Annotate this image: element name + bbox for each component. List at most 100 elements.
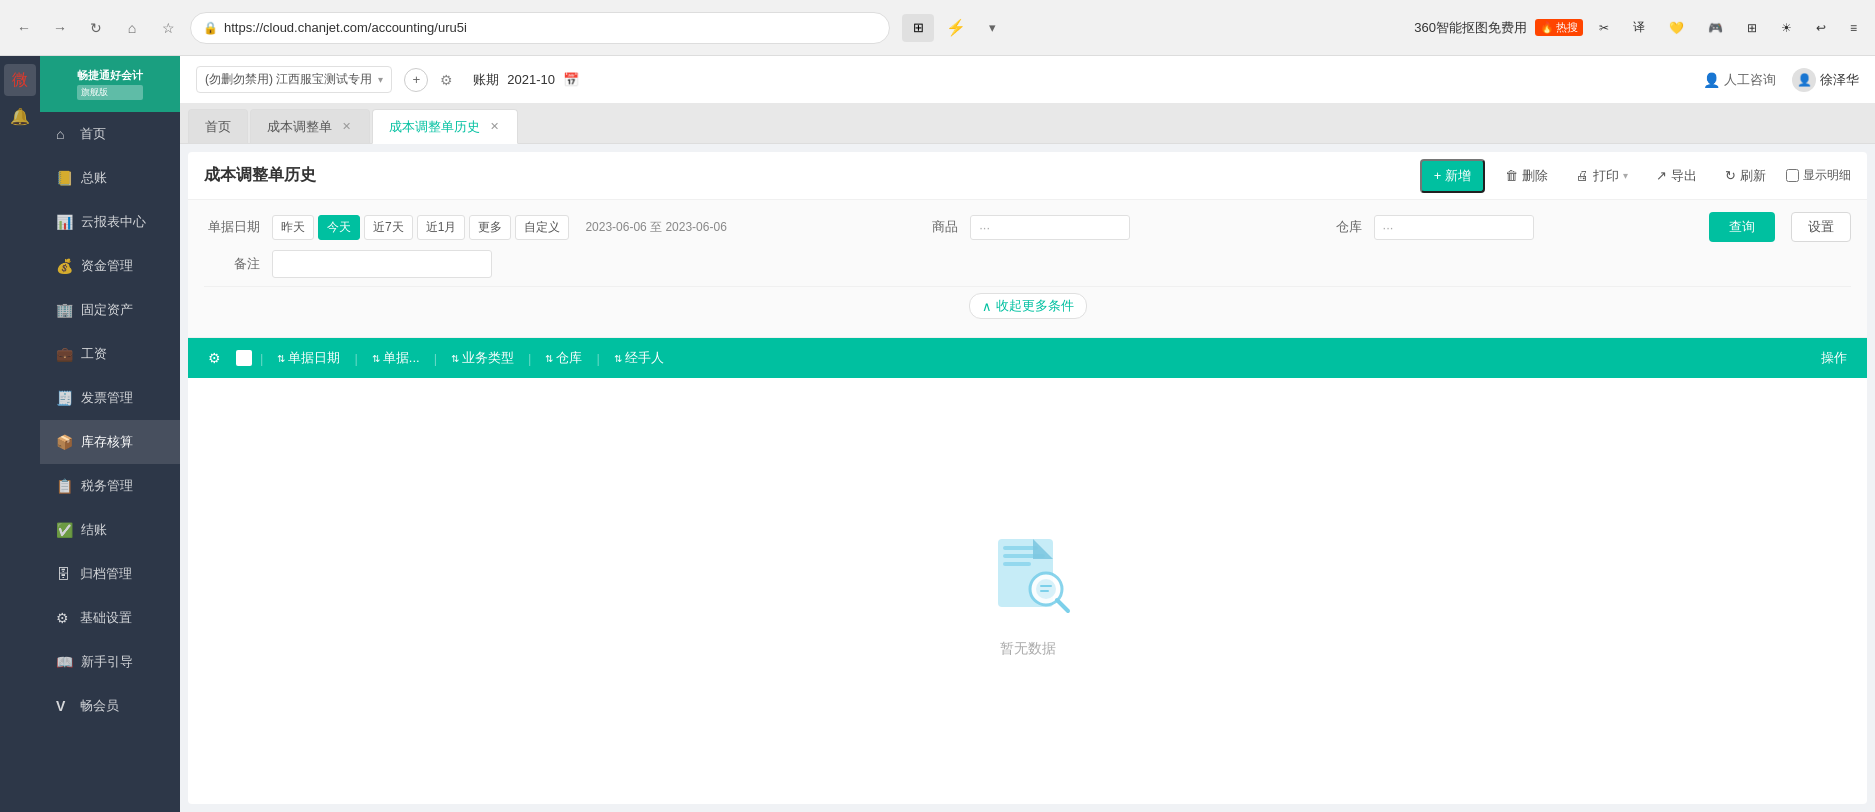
print-icon: 🖨 — [1576, 168, 1589, 183]
grid-btn[interactable]: ⊞ — [1739, 17, 1765, 39]
delete-button[interactable]: 🗑 删除 — [1497, 163, 1556, 189]
select-all-checkbox[interactable] — [236, 350, 252, 366]
sidebar-item-tax[interactable]: 📋 税务管理 — [40, 464, 180, 508]
add-button[interactable]: + 新增 — [1420, 159, 1485, 193]
product-selector[interactable]: ··· — [970, 215, 1130, 240]
remark-input[interactable] — [272, 250, 492, 278]
star-button[interactable]: ☆ — [154, 14, 182, 42]
sidebar-item-home[interactable]: ⌂ 首页 — [40, 112, 180, 156]
archive-icon: 🗄 — [56, 566, 72, 582]
delete-label: 删除 — [1522, 167, 1548, 185]
sidebar-label-fixed-assets: 固定资产 — [81, 301, 133, 319]
icon-strip-2[interactable]: 🔔 — [4, 100, 36, 132]
sidebar-item-settings[interactable]: ⚙ 基础设置 — [40, 596, 180, 640]
col-header-biz-type[interactable]: ⇅ 业务类型 — [445, 349, 520, 367]
tab-cost-adjust-close[interactable]: ✕ — [340, 118, 353, 135]
scissors-btn[interactable]: ✂ — [1591, 17, 1617, 39]
reload-button[interactable]: ↻ — [82, 14, 110, 42]
col-header-handler[interactable]: ⇅ 经手人 — [608, 349, 670, 367]
sidebar-item-inventory[interactable]: 📦 库存核算 — [40, 420, 180, 464]
period-display: 账期 2021-10 📅 — [473, 71, 579, 89]
sidebar-item-salary[interactable]: 💼 工资 — [40, 332, 180, 376]
weibo-icon-strip[interactable]: 微 — [4, 64, 36, 96]
col-warehouse-label: 仓库 — [556, 349, 582, 367]
sidebar-item-funds[interactable]: 💰 资金管理 — [40, 244, 180, 288]
sidebar-item-reports[interactable]: 📊 云报表中心 — [40, 200, 180, 244]
table-settings-icon[interactable]: ⚙ — [200, 344, 228, 372]
browser-chrome: ← → ↻ ⌂ ☆ 🔒 https://cloud.chanjet.com/ac… — [0, 0, 1875, 56]
product-filter-label: 商品 — [902, 218, 958, 236]
last7days-btn[interactable]: 近7天 — [364, 215, 413, 240]
warehouse-filter-label: 仓库 — [1306, 218, 1362, 236]
user-avatar: 👤 — [1792, 68, 1816, 92]
sort-icon-date: ⇅ — [277, 353, 285, 364]
page-header: 成本调整单历史 + 新增 🗑 删除 🖨 打印 ▾ ↗ 导出 — [188, 152, 1867, 200]
show-detail-input[interactable] — [1786, 169, 1799, 182]
dropdown-button[interactable]: ▾ — [978, 14, 1006, 42]
sidebar-item-vip[interactable]: V 畅会员 — [40, 684, 180, 728]
topbar: (勿删勿禁用) 江西服宝测试专用 ▾ + ⚙ 账期 2021-10 📅 👤 人工… — [180, 56, 1875, 104]
show-detail-checkbox[interactable]: 显示明细 — [1786, 167, 1851, 184]
sidebar-label-funds: 资金管理 — [81, 257, 133, 275]
forward-button[interactable]: → — [46, 14, 74, 42]
query-button[interactable]: 查询 — [1709, 212, 1775, 242]
sidebar-item-guide[interactable]: 📖 新手引导 — [40, 640, 180, 684]
home-icon: ⌂ — [56, 126, 72, 142]
sidebar-item-invoice[interactable]: 🧾 发票管理 — [40, 376, 180, 420]
address-bar[interactable]: 🔒 https://cloud.chanjet.com/accounting/u… — [190, 12, 890, 44]
home-button[interactable]: ⌂ — [118, 14, 146, 42]
user-menu[interactable]: 👤 徐泽华 — [1792, 68, 1859, 92]
sidebar-label-vip: 畅会员 — [80, 697, 119, 715]
tab-home[interactable]: 首页 — [188, 109, 248, 143]
refresh-button[interactable]: ↻ 刷新 — [1717, 163, 1774, 189]
sidebar-label-guide: 新手引导 — [81, 653, 133, 671]
filter-row-2: 备注 — [204, 250, 1851, 278]
svg-line-7 — [1057, 600, 1068, 611]
apps-button[interactable]: ⊞ — [902, 14, 934, 42]
print-button[interactable]: 🖨 打印 ▾ — [1568, 163, 1636, 189]
col-divider-4: | — [528, 351, 531, 366]
yesterday-btn[interactable]: 昨天 — [272, 215, 314, 240]
col-divider-5: | — [596, 351, 599, 366]
sidebar-item-fixed-assets[interactable]: 🏢 固定资产 — [40, 288, 180, 332]
tab-cost-adjust-history[interactable]: 成本调整单历史 ✕ — [372, 109, 518, 144]
col-divider-1: | — [260, 351, 263, 366]
col-header-number[interactable]: ⇅ 单据... — [366, 349, 426, 367]
sort-icon-warehouse: ⇅ — [545, 353, 553, 364]
back-button[interactable]: ← — [10, 14, 38, 42]
sidebar-item-archive[interactable]: 🗄 归档管理 — [40, 552, 180, 596]
refresh-label: 刷新 — [1740, 167, 1766, 185]
translate-btn[interactable]: 译 — [1625, 15, 1653, 40]
last1month-btn[interactable]: 近1月 — [417, 215, 466, 240]
sidebar-label-tax: 税务管理 — [81, 477, 133, 495]
menu-btn[interactable]: ≡ — [1842, 17, 1865, 39]
wallet-btn[interactable]: 💛 — [1661, 17, 1692, 39]
settings-btn[interactable]: ☀ — [1773, 17, 1800, 39]
sidebar-item-ledger[interactable]: 📒 总账 — [40, 156, 180, 200]
company-selector[interactable]: (勿删勿禁用) 江西服宝测试专用 ▾ — [196, 66, 392, 93]
custom-btn[interactable]: 自定义 — [515, 215, 569, 240]
more-btn[interactable]: 更多 — [469, 215, 511, 240]
today-btn[interactable]: 今天 — [318, 215, 360, 240]
collapse-more-button[interactable]: ∧ 收起更多条件 — [969, 293, 1087, 319]
export-button[interactable]: ↗ 导出 — [1648, 163, 1705, 189]
sidebar-label-inventory: 库存核算 — [81, 433, 133, 451]
flash-icon[interactable]: ⚡ — [942, 14, 970, 42]
game-btn[interactable]: 🎮 — [1700, 17, 1731, 39]
add-tab-button[interactable]: + — [404, 68, 428, 92]
settings-icon: ⚙ — [56, 610, 72, 626]
undo-btn[interactable]: ↩ — [1808, 17, 1834, 39]
settings-button[interactable]: 设置 — [1791, 212, 1851, 242]
sidebar-item-checkout[interactable]: ✅ 结账 — [40, 508, 180, 552]
settings-icon-topbar[interactable]: ⚙ — [440, 72, 453, 88]
sidebar-label-reports: 云报表中心 — [81, 213, 146, 231]
col-header-warehouse[interactable]: ⇅ 仓库 — [539, 349, 588, 367]
tab-cost-adjust-history-close[interactable]: ✕ — [488, 118, 501, 135]
tab-cost-adjust[interactable]: 成本调整单 ✕ — [250, 109, 370, 143]
warehouse-selector[interactable]: ··· — [1374, 215, 1534, 240]
filter-area: 单据日期 昨天 今天 近7天 近1月 更多 自定义 2023-06-06 至 2… — [188, 200, 1867, 338]
calendar-icon[interactable]: 📅 — [563, 72, 579, 87]
col-header-date[interactable]: ⇅ 单据日期 — [271, 349, 346, 367]
main-sidebar: 畅捷通好会计 旗舰版 ⌂ 首页 📒 总账 📊 云报表中心 💰 资金管理 � — [40, 56, 180, 812]
service-button[interactable]: 👤 人工咨询 — [1703, 71, 1776, 89]
